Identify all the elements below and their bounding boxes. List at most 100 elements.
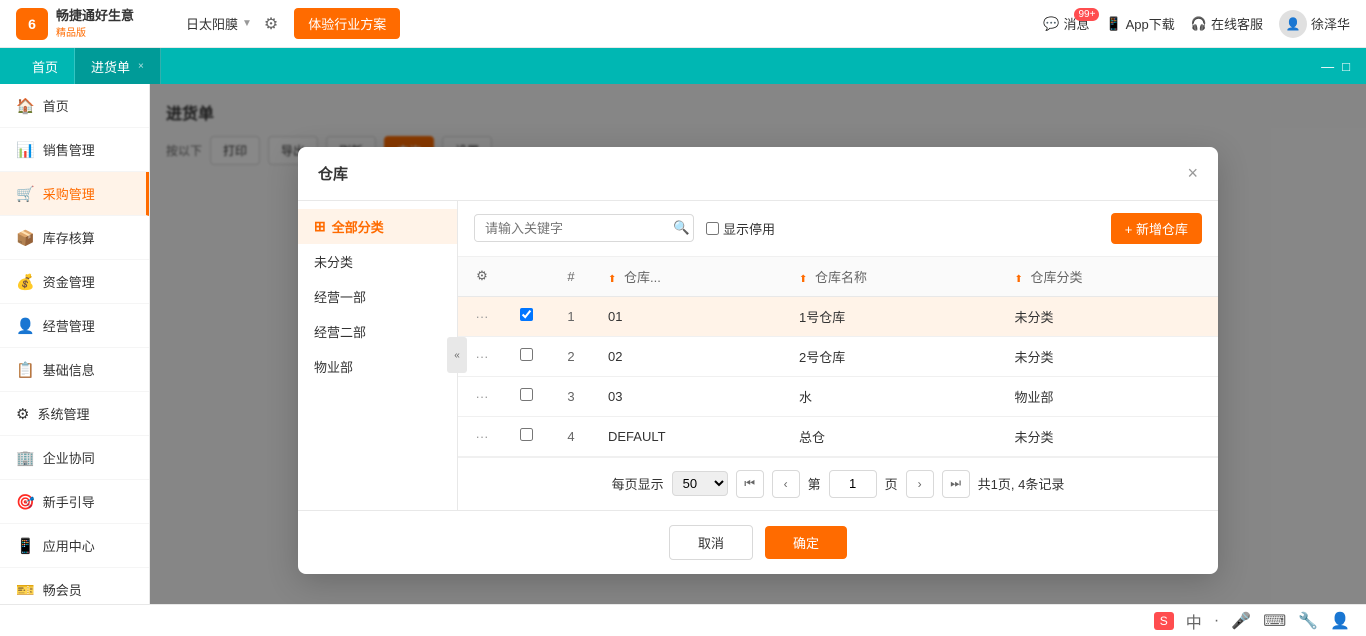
sidebar-label-inventory: 库存核算 [43, 228, 95, 247]
per-page-select[interactable]: 50 100 200 [672, 471, 728, 496]
search-input[interactable] [475, 216, 665, 241]
warehouse-modal: 仓库 × ⊞ 全部分类 未分类 经营一 [298, 147, 1218, 574]
maximize-icon[interactable]: □ [1342, 59, 1350, 74]
row-name-1: 2号仓库 [787, 336, 1003, 376]
bottom-icon-user[interactable]: 👤 [1330, 611, 1350, 631]
cancel-button[interactable]: 取消 [669, 525, 753, 560]
page-label: 第 [808, 474, 821, 493]
cat-item-property[interactable]: 物业部 [298, 349, 457, 384]
sidebar-item-basic-info[interactable]: 📋 基础信息 [0, 348, 149, 392]
row-checkbox-2[interactable] [520, 388, 533, 401]
col-header-category[interactable]: ⬆ 仓库分类 [1002, 257, 1218, 297]
sidebar-label-sales: 销售管理 [43, 140, 95, 159]
per-page-label: 每页显示 [612, 474, 664, 493]
cat-all-label: 全部分类 [332, 217, 384, 236]
row-more[interactable]: ··· [458, 416, 506, 456]
row-code-0: 01 [596, 296, 787, 336]
data-table: ⚙ # ⬆ 仓库... ⬆ [458, 257, 1218, 457]
total-info: 共1页, 4条记录 [978, 474, 1065, 493]
tab-close-icon[interactable]: × [138, 61, 144, 72]
bottom-icon-settings[interactable]: 🔧 [1298, 611, 1318, 631]
trial-button[interactable]: 体验行业方案 [294, 8, 400, 39]
cat-item-all[interactable]: ⊞ 全部分类 [298, 209, 457, 244]
first-page-button[interactable]: ⏮ [736, 470, 764, 498]
sidebar-item-finance[interactable]: 💰 资金管理 [0, 260, 149, 304]
show-disabled-checkbox[interactable] [706, 222, 719, 235]
last-page-button[interactable]: ⏭ [942, 470, 970, 498]
system-icon: ⚙ [16, 405, 29, 423]
bottom-icon-zh[interactable]: 中 [1186, 609, 1202, 633]
row-checkbox-1[interactable] [520, 348, 533, 361]
sidebar-label-member: 畅会员 [43, 580, 82, 599]
add-warehouse-button[interactable]: + 新增仓库 [1111, 213, 1202, 244]
table-row[interactable]: ··· 4 DEFAULT 总仓 未分类 [458, 416, 1218, 456]
minimize-icon[interactable]: — [1321, 59, 1334, 74]
online-service-button[interactable]: 🎧 在线客服 [1191, 14, 1263, 33]
home-icon: 🏠 [16, 97, 35, 115]
row-more[interactable]: ··· [458, 376, 506, 416]
logo-area: 6 畅捷通好生意 精品版 [16, 8, 166, 40]
message-icon: 💬 [1043, 16, 1059, 32]
sidebar-item-home[interactable]: 🏠 首页 [0, 84, 149, 128]
sidebar-label-basic-info: 基础信息 [43, 360, 95, 379]
modal-footer: 取消 确定 [298, 510, 1218, 574]
warehouse-table: ⚙ # ⬆ 仓库... ⬆ [458, 257, 1218, 457]
cat-all-icon: ⊞ [314, 218, 326, 235]
message-button[interactable]: 💬 消息 99+ [1043, 14, 1089, 33]
row-num-2: 3 [546, 376, 596, 416]
page-input[interactable] [829, 470, 877, 498]
inventory-icon: 📦 [16, 229, 35, 247]
row-category-3: 未分类 [1002, 416, 1218, 456]
nav-tabs: 首页 进货单 × — □ [0, 48, 1366, 84]
modal-close-button[interactable]: × [1187, 163, 1198, 184]
row-more[interactable]: ··· [458, 296, 506, 336]
bottom-icon-1[interactable]: S [1154, 612, 1174, 630]
search-input-wrap: 🔍 [474, 214, 694, 242]
tab-home[interactable]: 首页 [16, 48, 75, 84]
app-download-button[interactable]: 📱 App下载 [1105, 14, 1174, 33]
row-num-0: 1 [546, 296, 596, 336]
sidebar-item-guide[interactable]: 🎯 新手引导 [0, 480, 149, 524]
row-name-2: 水 [787, 376, 1003, 416]
settings-icon[interactable]: ⚙ [264, 14, 278, 34]
confirm-button[interactable]: 确定 [765, 526, 847, 559]
table-row[interactable]: ··· 3 03 水 物业部 [458, 376, 1218, 416]
purchase-icon: 🛒 [16, 185, 35, 203]
logo-text: 畅捷通好生意 [56, 8, 134, 24]
cat-item-uncategorized[interactable]: 未分类 [298, 244, 457, 279]
cat-item-ops2[interactable]: 经营二部 [298, 314, 457, 349]
user-profile[interactable]: 👤 徐泽华 [1279, 10, 1350, 38]
row-category-1: 未分类 [1002, 336, 1218, 376]
store-selector[interactable]: 日太阳膜 ▼ [186, 14, 252, 33]
apps-icon: 📱 [16, 537, 35, 555]
bottom-icon-dot[interactable]: · [1214, 612, 1219, 630]
sidebar-item-sales[interactable]: 📊 销售管理 [0, 128, 149, 172]
table-area: 🔍 显示停用 + 新增仓库 [458, 201, 1218, 510]
row-checkbox-0[interactable] [520, 308, 533, 321]
row-checkbox-3[interactable] [520, 428, 533, 441]
next-page-button[interactable]: › [906, 470, 934, 498]
prev-page-button[interactable]: ‹ [772, 470, 800, 498]
sidebar-item-apps[interactable]: 📱 应用中心 [0, 524, 149, 568]
sidebar-item-enterprise[interactable]: 🏢 企业协同 [0, 436, 149, 480]
sidebar-item-operations[interactable]: 👤 经营管理 [0, 304, 149, 348]
col-header-settings[interactable]: ⚙ [458, 257, 506, 297]
category-collapse-button[interactable]: « [447, 337, 467, 373]
sidebar-item-purchase[interactable]: 🛒 采购管理 [0, 172, 149, 216]
sidebar-label-operations: 经营管理 [43, 316, 95, 335]
table-row[interactable]: ··· 1 01 1号仓库 未分类 [458, 296, 1218, 336]
sort-icon-name: ⬆ [799, 274, 807, 285]
cat-item-ops1[interactable]: 经营一部 [298, 279, 457, 314]
bottom-icon-keyboard[interactable]: ⌨ [1263, 611, 1286, 631]
table-row[interactable]: ··· 2 02 2号仓库 未分类 [458, 336, 1218, 376]
logo-sub: 精品版 [56, 24, 134, 39]
bottom-icon-mic[interactable]: 🎤 [1231, 611, 1251, 631]
show-disabled-label[interactable]: 显示停用 [706, 219, 775, 238]
sidebar-label-finance: 资金管理 [43, 272, 95, 291]
tab-purchase[interactable]: 进货单 × [75, 48, 161, 84]
col-header-code[interactable]: ⬆ 仓库... [596, 257, 787, 297]
search-button[interactable]: 🔍 [665, 215, 694, 241]
col-header-name[interactable]: ⬆ 仓库名称 [787, 257, 1003, 297]
sidebar-item-inventory[interactable]: 📦 库存核算 [0, 216, 149, 260]
sidebar-item-system[interactable]: ⚙ 系统管理 [0, 392, 149, 436]
